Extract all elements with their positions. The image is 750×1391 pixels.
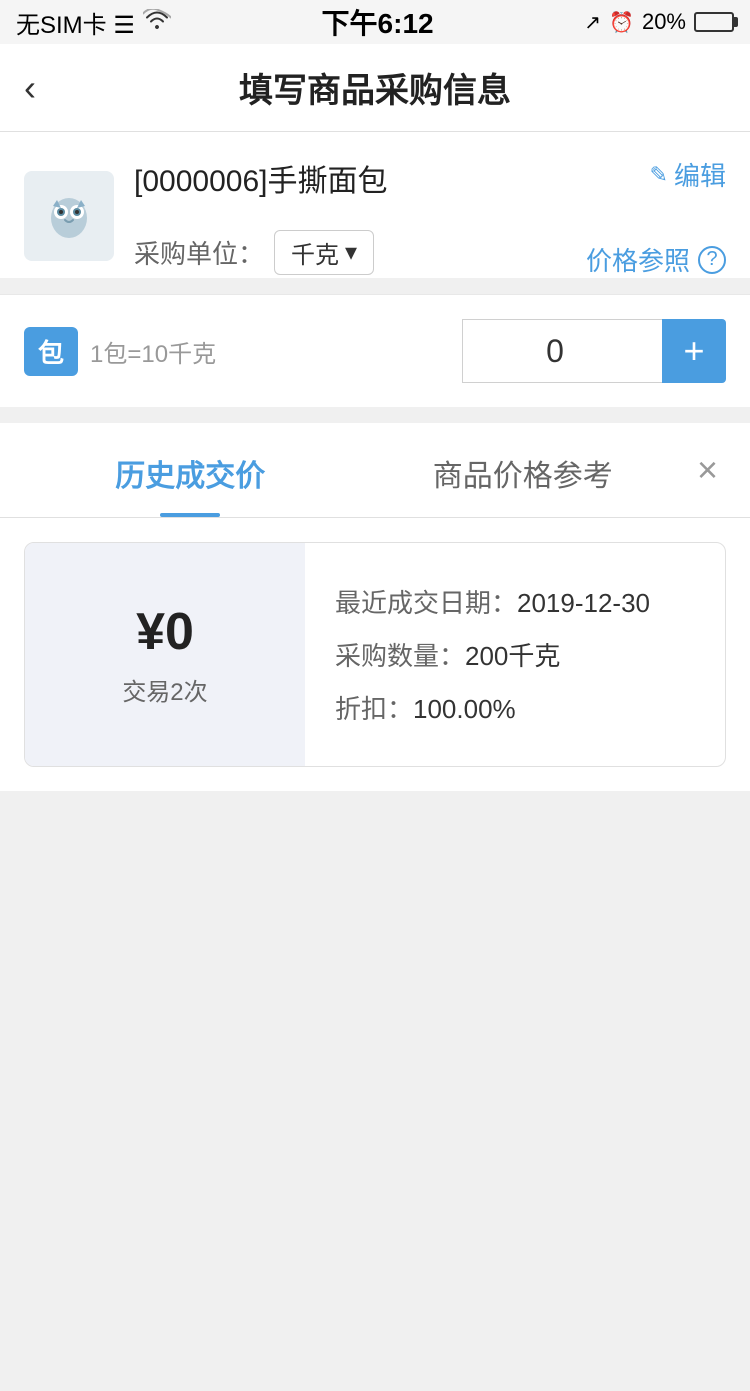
unit-dropdown-icon: ▾ [345,238,357,267]
tab-history-price[interactable]: 历史成交价 [24,423,356,517]
quantity-input[interactable] [462,319,662,383]
product-id: [0000006] [134,165,267,198]
trade-count: 交易2次 [122,672,207,707]
currency-symbol: ¥ [136,603,165,661]
discount-value: 100.00% [413,694,516,724]
bottom-area [0,791,750,1391]
tab-close-button[interactable]: × [689,449,726,491]
product-card: [0000006]手撕面包 采购单位： 千克 ▾ ✎ 编辑 价格参照 ? [0,132,750,278]
history-card: ¥0 交易2次 最近成交日期：2019-12-30 采购数量：200千克 折扣：… [24,542,726,767]
product-title: 手撕面包 [267,165,387,198]
history-detail-column: 最近成交日期：2019-12-30 采购数量：200千克 折扣：100.00% [305,543,725,766]
recent-date-label: 最近成交日期： [335,588,517,618]
purchase-quantity-label: 采购数量： [335,641,465,671]
unit-value: 千克 [291,235,339,270]
history-content: ¥0 交易2次 最近成交日期：2019-12-30 采购数量：200千克 折扣：… [0,518,750,791]
product-name: [0000006]手撕面包 [134,156,387,200]
quantity-controls: + [462,319,726,383]
tab-price-reference[interactable]: 商品价格参考 [356,423,688,517]
status-bar: 无SIM卡 ☰ 下午6:12 ↗ ⏰ 20% [0,0,750,44]
page-title: 填写商品采购信息 [239,63,511,112]
carrier-text: 无SIM卡 ☰ [16,5,135,40]
discount-label: 折扣： [335,694,413,724]
product-unit-row: 采购单位： 千克 ▾ [134,230,387,275]
product-thumbnail [24,171,114,261]
recent-date-value: 2019-12-30 [517,588,650,618]
edit-icon: ✎ [650,162,668,188]
status-left: 无SIM卡 ☰ [16,5,171,40]
edit-button[interactable]: ✎ 编辑 [650,156,726,193]
nav-bar: ‹ 填写商品采购信息 [0,44,750,132]
tabs-bar: 历史成交价 商品价格参考 × [0,423,750,518]
owl-icon [41,188,97,244]
unit-conversion: 1包=10千克 [90,334,216,369]
back-button[interactable]: ‹ [24,67,36,109]
unit-label: 采购单位： [134,234,264,271]
price-reference-button[interactable]: 价格参照 ? [586,241,726,278]
status-right: ↗ ⏰ 20% [584,9,734,35]
purchase-quantity-row: 采购数量：200千克 [335,636,695,673]
discount-row: 折扣：100.00% [335,689,695,726]
edit-label: 编辑 [674,156,726,193]
location-icon: ↗ [584,10,601,35]
wifi-icon [143,8,171,36]
quantity-plus-button[interactable]: + [662,319,726,383]
product-header: [0000006]手撕面包 采购单位： 千克 ▾ ✎ 编辑 价格参照 ? [24,156,726,278]
product-left: [0000006]手撕面包 采购单位： 千克 ▾ [24,156,387,275]
price-value: 0 [165,603,194,661]
tabs-section: 历史成交价 商品价格参考 × ¥0 交易2次 最近成交日期：2019-12-30… [0,423,750,791]
alarm-icon: ⏰ [609,10,634,35]
battery-percent: 20% [642,9,686,35]
quantity-row: 包 1包=10千克 + [0,294,750,407]
help-icon: ? [698,246,726,274]
unit-select[interactable]: 千克 ▾ [274,230,374,275]
status-time: 下午6:12 [322,2,434,42]
product-info: [0000006]手撕面包 采购单位： 千克 ▾ [134,156,387,275]
history-price: ¥0 [136,602,194,662]
price-ref-label: 价格参照 [586,241,690,278]
battery-icon [694,12,734,32]
unit-box: 包 [24,327,78,376]
history-price-column: ¥0 交易2次 [25,543,305,766]
purchase-quantity-value: 200千克 [465,641,560,671]
quantity-label: 包 1包=10千克 [24,327,216,376]
recent-date-row: 最近成交日期：2019-12-30 [335,583,695,620]
